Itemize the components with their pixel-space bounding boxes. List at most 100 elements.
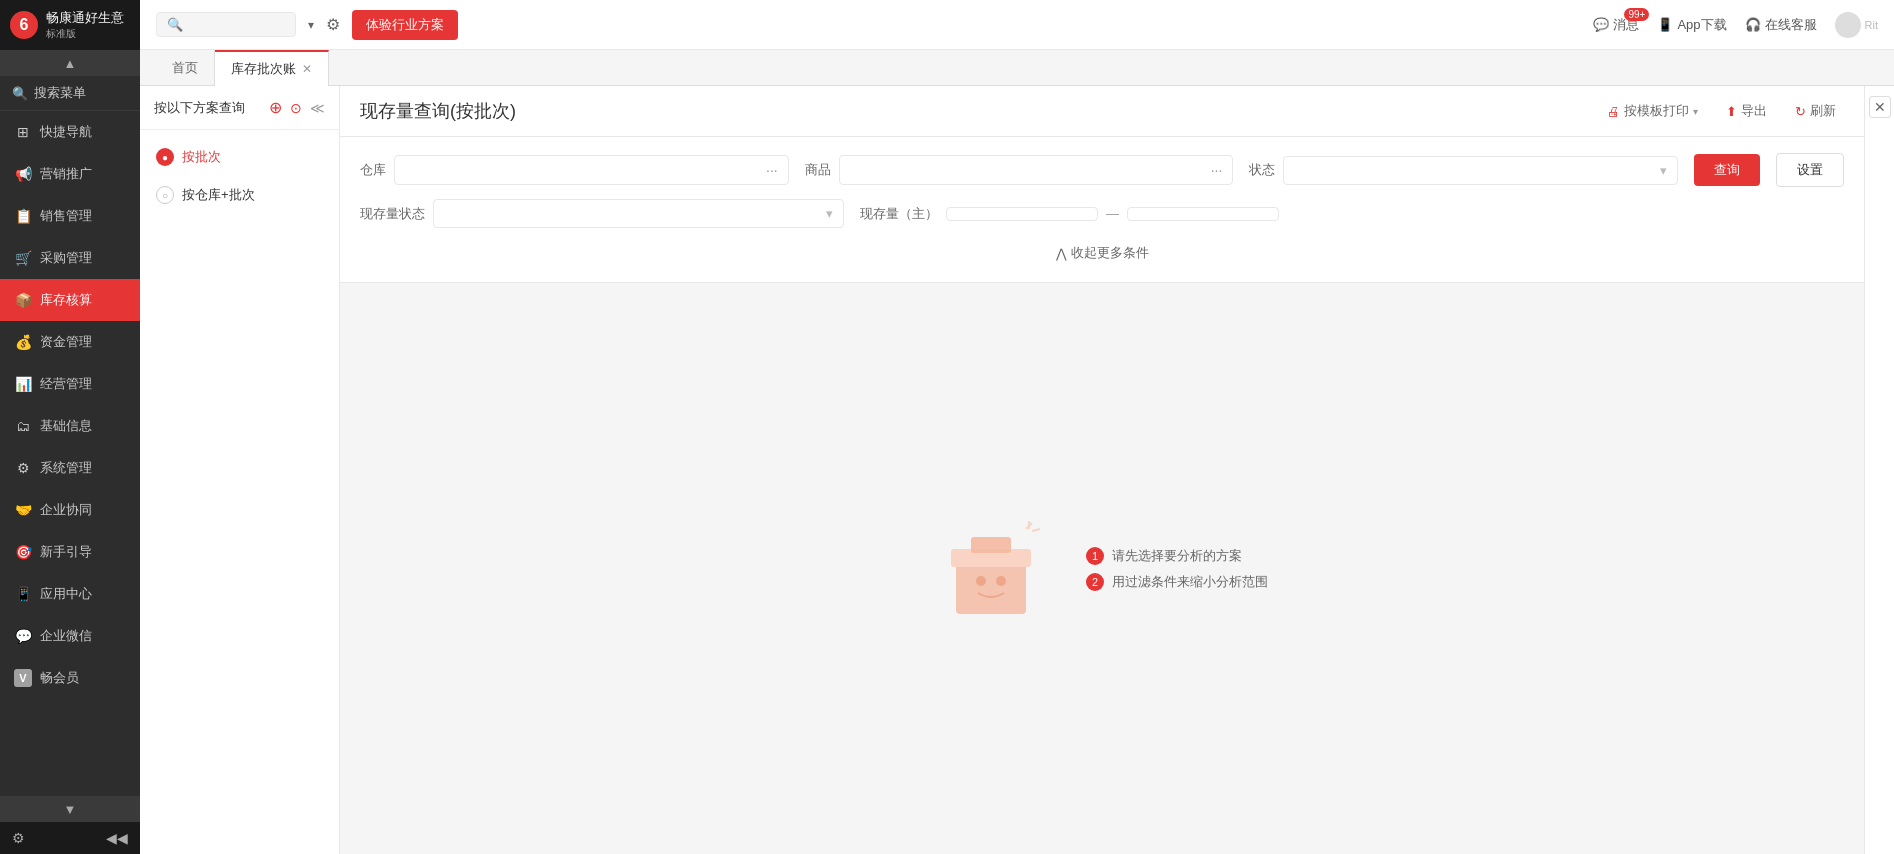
sidebar-settings-icon[interactable]: ⚙ [12, 830, 25, 846]
nav-icon: V [14, 669, 32, 687]
status-select[interactable]: ▾ [1283, 156, 1678, 185]
page-title: 现存量查询(按批次) [360, 99, 516, 123]
step-1-number: 1 [1086, 547, 1104, 565]
scheme-item-by-batch[interactable]: ● 按批次 [140, 138, 339, 176]
svg-point-6 [976, 576, 986, 586]
collapse-chevron-icon: ⋀ [1056, 246, 1067, 261]
tab-home[interactable]: 首页 [156, 50, 215, 86]
sidebar-item-basics[interactable]: 🗂 基础信息 [0, 405, 140, 447]
app-download-item[interactable]: 📱 App下载 [1657, 16, 1726, 34]
tab-close-icon[interactable]: ✕ [302, 62, 312, 76]
collapse-more-btn[interactable]: ⋀ 收起更多条件 [360, 240, 1844, 266]
sidebar-item-quick-nav[interactable]: ⊞ 快捷导航 [0, 111, 140, 153]
stock-amount-max-input[interactable] [1127, 207, 1279, 221]
topbar-search-input[interactable] [187, 18, 247, 32]
online-service-item[interactable]: 🎧 在线客服 [1745, 16, 1817, 34]
print-dropdown-icon[interactable]: ▾ [1693, 106, 1698, 117]
sidebar-item-sales[interactable]: 📋 销售管理 [0, 195, 140, 237]
collapse-panel-icon[interactable]: ≪ [310, 100, 325, 116]
sidebar: 6 畅康通好生意 标准版 ▲ 🔍 搜索菜单 ⊞ 快捷导航 📢 营销推广 📋 销售… [0, 0, 140, 854]
scheme-item-by-warehouse-batch[interactable]: ○ 按仓库+批次 [140, 176, 339, 214]
topbar-search-box[interactable]: 🔍 [156, 12, 296, 37]
app-logo: 6 [10, 11, 38, 39]
refresh-button[interactable]: ↻ 刷新 [1787, 98, 1844, 124]
messages-item[interactable]: 💬 消息 99+ [1593, 16, 1639, 34]
empty-svg [936, 509, 1056, 629]
stock-amount-min-input[interactable] [946, 207, 1098, 221]
tab-batch-ledger[interactable]: 库存批次账 ✕ [215, 50, 329, 86]
svg-rect-0 [956, 559, 1026, 614]
avatar-image [1835, 12, 1861, 38]
stock-status-filter: 现存量状态 ▾ [360, 199, 844, 228]
nav-icon: 💰 [14, 333, 32, 351]
nav-icon: 🎯 [14, 543, 32, 561]
left-panel-header: 按以下方案查询 ⊕ ⊙ ≪ [140, 86, 339, 130]
svg-line-5 [1032, 529, 1040, 531]
warehouse-input[interactable]: ··· [394, 155, 789, 185]
stock-status-select[interactable]: ▾ [433, 199, 844, 228]
topbar-dropdown-icon[interactable]: ▾ [308, 18, 314, 32]
sidebar-item-marketing[interactable]: 📢 营销推广 [0, 153, 140, 195]
nav-icon: 🤝 [14, 501, 32, 519]
sidebar-item-guide[interactable]: 🎯 新手引导 [0, 531, 140, 573]
sidebar-item-system[interactable]: ⚙ 系统管理 [0, 447, 140, 489]
messages-badge: 99+ [1624, 8, 1649, 21]
settings-scheme-icon[interactable]: ⊙ [290, 100, 302, 116]
query-button[interactable]: 查询 [1694, 154, 1760, 186]
empty-illustration [936, 509, 1056, 629]
topbar-right: 💬 消息 99+ 📱 App下载 🎧 在线客服 Rit [1593, 12, 1878, 38]
print-button[interactable]: 🖨 按模板打印 ▾ [1599, 98, 1706, 124]
sidebar-item-enterprise-wechat[interactable]: 💬 企业微信 [0, 615, 140, 657]
nav-icon: ⊞ [14, 123, 32, 141]
topbar-settings-icon[interactable]: ⚙ [326, 15, 340, 34]
main-content: 现存量查询(按批次) 🖨 按模板打印 ▾ ⬆ 导出 ↻ 刷新 [340, 86, 1864, 854]
empty-text: 1 请先选择要分析的方案 2 用过滤条件来缩小分析范围 [1086, 547, 1268, 591]
scheme-icon-active: ● [156, 148, 174, 166]
sidebar-collapse-icon[interactable]: ◀◀ [106, 830, 128, 846]
empty-step-2: 2 用过滤条件来缩小分析范围 [1086, 573, 1268, 591]
nav-icon: 📦 [14, 291, 32, 309]
nav-icon: 📢 [14, 165, 32, 183]
content-wrapper: 按以下方案查询 ⊕ ⊙ ≪ ● 按批次 ○ 按仓库+批次 [140, 86, 1894, 854]
nav-icon: 💬 [14, 627, 32, 645]
panel-close-button[interactable]: ✕ [1869, 96, 1891, 118]
svg-point-7 [996, 576, 1006, 586]
sidebar-item-inventory[interactable]: 📦 库存核算 [0, 279, 140, 321]
refresh-icon: ↻ [1795, 104, 1806, 119]
add-scheme-icon[interactable]: ⊕ [269, 98, 282, 117]
warehouse-filter: 仓库 ··· [360, 155, 789, 185]
nav-icon: 🛒 [14, 249, 32, 267]
sidebar-nav: ⊞ 快捷导航 📢 营销推广 📋 销售管理 🛒 采购管理 📦 库存核算 💰 资金管… [0, 111, 140, 796]
headset-icon: 🎧 [1745, 17, 1761, 32]
product-input[interactable]: ··· [839, 155, 1234, 185]
warehouse-more-icon[interactable]: ··· [766, 162, 778, 178]
sidebar-scroll-up[interactable]: ▲ [0, 50, 140, 76]
stock-amount-filter: 现存量（主） — [860, 205, 1344, 223]
experience-button[interactable]: 体验行业方案 [352, 10, 458, 40]
filter-row-1: 仓库 ··· 商品 ··· 状态 [360, 153, 1844, 187]
export-button[interactable]: ⬆ 导出 [1718, 98, 1775, 124]
step-2-number: 2 [1086, 573, 1104, 591]
sidebar-item-finance[interactable]: 💰 资金管理 [0, 321, 140, 363]
svg-rect-2 [971, 537, 1011, 553]
filter-area: 仓库 ··· 商品 ··· 状态 [340, 137, 1864, 283]
sidebar-search[interactable]: 🔍 搜索菜单 [0, 76, 140, 111]
product-filter: 商品 ··· [805, 155, 1234, 185]
sidebar-item-operations[interactable]: 📊 经营管理 [0, 363, 140, 405]
sidebar-item-purchase[interactable]: 🛒 采购管理 [0, 237, 140, 279]
nav-icon: 📋 [14, 207, 32, 225]
sidebar-item-enterprise[interactable]: 🤝 企业协同 [0, 489, 140, 531]
sidebar-scroll-down[interactable]: ▼ [0, 796, 140, 822]
sidebar-item-vip[interactable]: V 畅会员 [0, 657, 140, 699]
sidebar-header: 6 畅康通好生意 标准版 [0, 0, 140, 50]
sidebar-item-app-center[interactable]: 📱 应用中心 [0, 573, 140, 615]
right-panel: ✕ [1864, 86, 1894, 854]
export-icon: ⬆ [1726, 104, 1737, 119]
product-more-icon[interactable]: ··· [1211, 162, 1223, 178]
settings-button[interactable]: 设置 [1776, 153, 1844, 187]
user-avatar[interactable]: Rit [1835, 12, 1878, 38]
main-area: 🔍 ▾ ⚙ 体验行业方案 💬 消息 99+ 📱 App下载 🎧 在线客服 Rit [140, 0, 1894, 854]
page-actions: 🖨 按模板打印 ▾ ⬆ 导出 ↻ 刷新 [1599, 98, 1844, 124]
tab-bar: 首页 库存批次账 ✕ [140, 50, 1894, 86]
left-panel: 按以下方案查询 ⊕ ⊙ ≪ ● 按批次 ○ 按仓库+批次 [140, 86, 340, 854]
